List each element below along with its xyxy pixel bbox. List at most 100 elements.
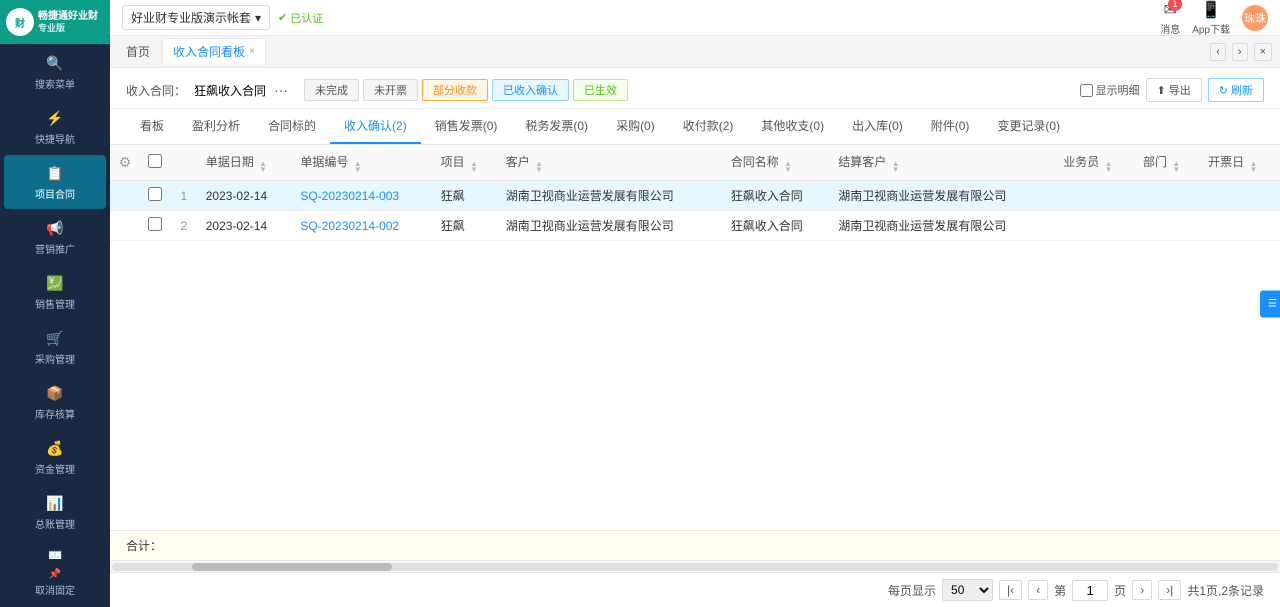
more-options-btn[interactable]: ··· [274,82,288,98]
logo-icon: 财 [6,8,34,36]
horizontal-scrollbar[interactable] [110,560,1280,572]
th-project[interactable]: 项目 ▲▼ [433,145,498,181]
td-salesperson [1055,211,1135,241]
td-project: 狂飙 [433,211,498,241]
table-footer: 合计： [110,530,1280,560]
prev-page-btn[interactable]: ‹ [1028,580,1048,600]
page-number-input[interactable] [1072,580,1108,601]
td-date: 2023-02-14 [198,181,293,211]
sidebar-item-purchase[interactable]: 🛒 采购管理 [4,320,106,374]
sidebar-item-sales[interactable]: 💹 销售管理 [4,265,106,319]
subtab-purchase[interactable]: 采购(0) [602,109,669,144]
th-department[interactable]: 部门 ▲▼ [1135,145,1200,181]
message-label: 消息 [1160,21,1180,36]
sidebar-item-label: 项目合同 [35,186,75,201]
sidebar-unpin-btn[interactable]: 📌 取消固定 [4,563,106,603]
next-page-btn[interactable]: › [1132,580,1152,600]
row-checkbox[interactable] [148,217,162,231]
right-side-btn[interactable]: ☰ [1260,290,1280,317]
td-date: 2023-02-14 [198,211,293,241]
th-date[interactable]: 单据日期 ▲▼ [198,145,293,181]
td-code: SQ-20230214-002 [292,211,432,241]
scrollbar-track[interactable] [112,563,1278,571]
sidebar-item-marketing[interactable]: 📢 营销推广 [4,210,106,264]
next-tab-btn[interactable]: › [1232,43,1248,61]
th-salesperson[interactable]: 业务员 ▲▼ [1055,145,1135,181]
download-icon: 📱 [1201,0,1221,20]
td-code: SQ-20230214-003 [292,181,432,211]
subtab-warehouse[interactable]: 出入库(0) [838,109,917,144]
code-link[interactable]: SQ-20230214-002 [300,219,399,233]
td-invoice-date [1200,211,1280,241]
settings-icon[interactable]: ⚙ [119,154,132,170]
sidebar-item-funds[interactable]: 💰 资金管理 [4,430,106,484]
subtab-profit[interactable]: 盈利分析 [178,109,254,144]
sidebar-item-ledger[interactable]: 📊 总账管理 [4,485,106,539]
sidebar-item-quicknav[interactable]: ⚡ 快捷导航 [4,100,106,154]
th-contract-name[interactable]: 合同名称 ▲▼ [723,145,831,181]
first-page-btn[interactable]: |‹ [999,580,1022,600]
close-tab-btn[interactable]: × [1254,43,1272,61]
table-row[interactable]: 2 2023-02-14 SQ-20230214-002 狂飙 湖南卫视商业运营… [110,211,1280,241]
status-incomplete-btn[interactable]: 未完成 [304,79,359,101]
sidebar-item-inventory[interactable]: 📦 库存核算 [4,375,106,429]
app-download-btn[interactable]: 📱 App下载 [1192,0,1230,36]
pagination: 每页显示 50 10 20 100 |‹ ‹ 第 页 › ›| 共1页,2条记录 [110,572,1280,607]
subtab-payment[interactable]: 收付款(2) [669,109,748,144]
tabbar-nav: ‹ › × [1210,43,1272,61]
status-effective-btn[interactable]: 已生效 [573,79,628,101]
company-selector[interactable]: 好业财专业版演示帐套 ▾ [122,5,270,30]
row-checkbox[interactable] [148,187,162,201]
scrollbar-thumb[interactable] [192,563,392,571]
th-invoice-date[interactable]: 开票日 ▲▼ [1200,145,1280,181]
subtab-subject[interactable]: 合同标的 [254,109,330,144]
sidebar-item-label: 库存核算 [35,406,75,421]
subtab-tax-invoice[interactable]: 税务发票(0) [511,109,602,144]
sidebar-item-project[interactable]: 📋 项目合同 [4,155,106,209]
tab-close-btn[interactable]: × [249,46,255,57]
home-tab[interactable]: 首页 [118,39,158,64]
code-link[interactable]: SQ-20230214-003 [300,189,399,203]
td-check [140,211,170,241]
select-all-checkbox[interactable] [148,154,162,168]
th-checkbox [140,145,170,181]
td-contract-name: 狂飙收入合同 [723,211,831,241]
subtab-revenue-confirm[interactable]: 收入确认(2) [330,109,421,144]
last-page-btn[interactable]: ›| [1158,580,1181,600]
refresh-btn[interactable]: ↻ 刷新 [1208,78,1264,102]
subtab-changes[interactable]: 变更记录(0) [983,109,1074,144]
content-area: 收入合同： 狂飙收入合同 ··· 未完成 未开票 部分收款 已收入确认 已生效 … [110,68,1280,607]
show-detail-checkbox[interactable] [1080,84,1093,97]
th-customer[interactable]: 客户 ▲▼ [498,145,723,181]
subtab-kanban[interactable]: 看板 [126,109,178,144]
sidebar-item-invoice[interactable]: 🧾 发票管理 [4,540,106,559]
subtab-sales-invoice[interactable]: 销售发票(0) [421,109,512,144]
th-settle-customer[interactable]: 结算客户 ▲▼ [830,145,1055,181]
unpin-label: 取消固定 [35,582,75,597]
table-row[interactable]: 1 2023-02-14 SQ-20230214-003 狂飙 湖南卫视商业运营… [110,181,1280,211]
active-tab[interactable]: 收入合同看板 × [162,38,266,65]
td-settings [110,211,140,241]
subtab-attachments[interactable]: 附件(0) [917,109,984,144]
ledger-icon: 📊 [45,493,65,513]
company-name: 好业财专业版演示帐套 [131,9,251,26]
marketing-icon: 📢 [45,218,65,238]
th-code[interactable]: 单据编号 ▲▼ [292,145,432,181]
export-btn[interactable]: ⬆ 导出 [1146,78,1202,102]
status-not-invoiced-btn[interactable]: 未开票 [363,79,418,101]
tabbar: 首页 收入合同看板 × ‹ › × [110,36,1280,68]
status-confirmed-btn[interactable]: 已收入确认 [492,79,569,101]
logo-text: 畅捷通好业财 专业版 [38,11,98,34]
subtab-other[interactable]: 其他收支(0) [747,109,838,144]
sidebar-item-label: 销售管理 [35,296,75,311]
message-btn[interactable]: ✉ 1 消息 [1160,0,1180,36]
prev-tab-btn[interactable]: ‹ [1210,43,1226,61]
status-partial-btn[interactable]: 部分收款 [422,79,488,101]
contract-prefix: 收入合同： [126,82,186,99]
sidebar-item-label: 资金管理 [35,461,75,476]
sidebar-item-search[interactable]: 🔍 搜索菜单 [4,45,106,99]
td-project: 狂飙 [433,181,498,211]
user-avatar[interactable]: 珠珠 [1242,5,1268,31]
show-detail-toggle[interactable]: 显示明细 [1080,78,1140,102]
per-page-select[interactable]: 50 10 20 100 [942,579,993,601]
